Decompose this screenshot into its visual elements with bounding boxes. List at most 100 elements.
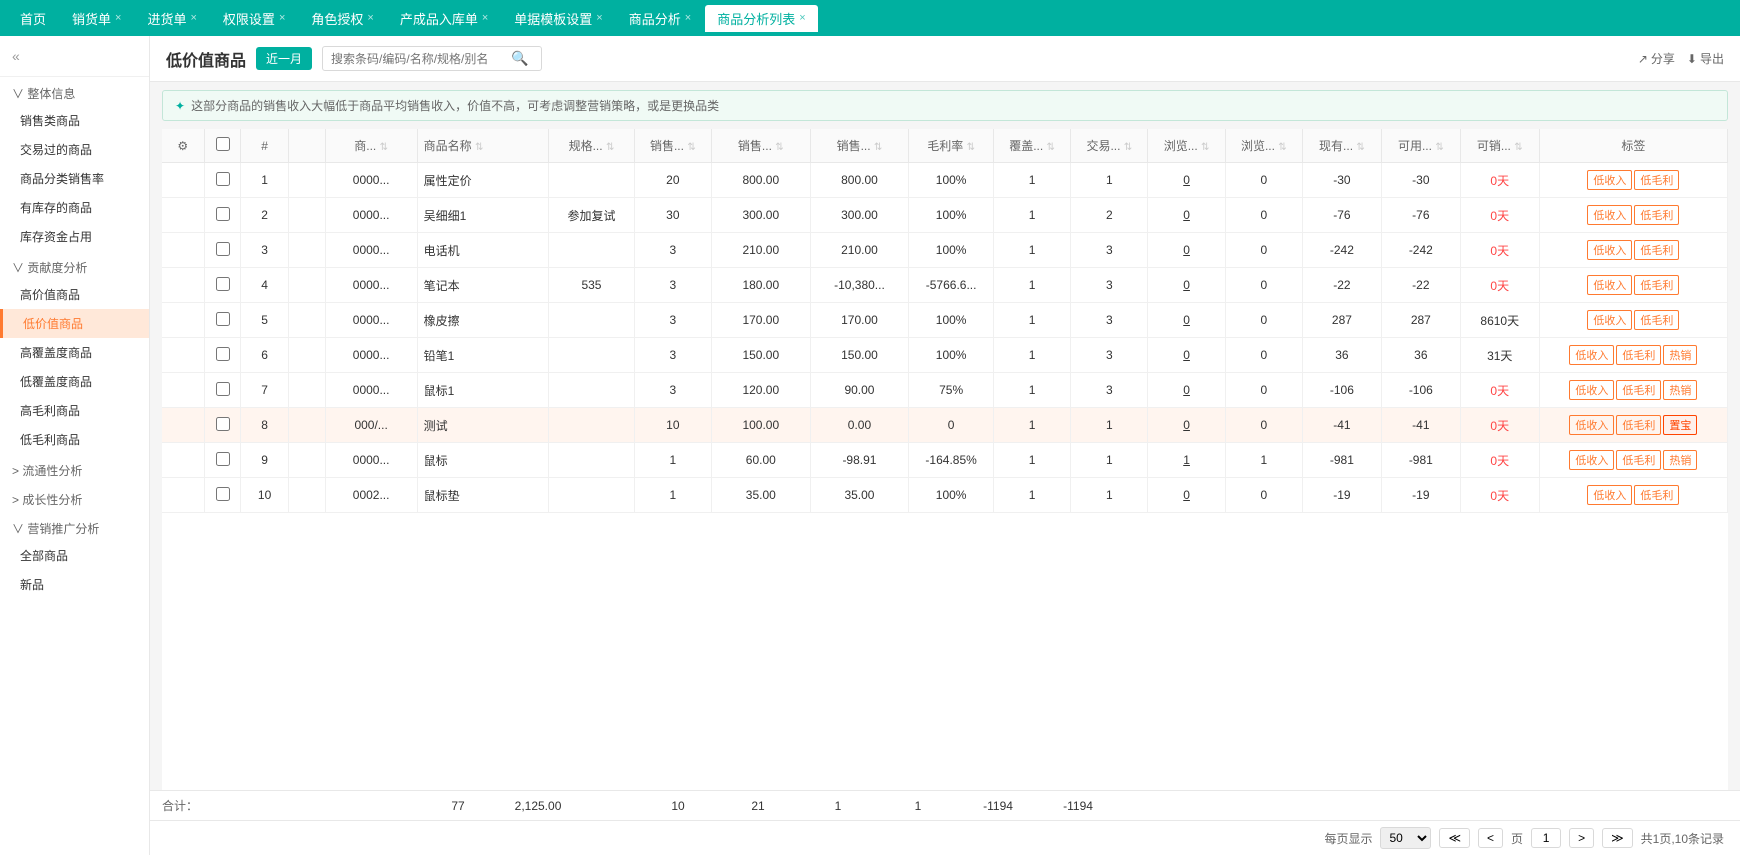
close-icon[interactable]: × bbox=[190, 12, 196, 24]
sidebar-group-contribution[interactable]: ∨ 贡献度分析 bbox=[0, 251, 149, 280]
table-row: 2 0000... 吴细细1 参加复试 30 300.00 300.00 100… bbox=[162, 198, 1728, 233]
sidebar-item-traded-products[interactable]: 交易过的商品 bbox=[0, 135, 149, 164]
gross-rate-col-header[interactable]: 毛利率 ⇅ bbox=[909, 129, 994, 163]
sidebar-item-new-products[interactable]: 新品 bbox=[0, 570, 149, 599]
avail-col-header[interactable]: 可用... ⇅ bbox=[1381, 129, 1460, 163]
export-button[interactable]: ⬇ 导出 bbox=[1687, 50, 1724, 67]
sidebar-group-circulation[interactable]: > 流通性分析 bbox=[0, 454, 149, 483]
sidebar-collapse-btn[interactable]: « bbox=[6, 40, 26, 72]
close-icon[interactable]: × bbox=[482, 12, 488, 24]
days-cell: 31天 bbox=[1460, 338, 1539, 373]
browse2-col-header[interactable]: 浏览... ⇅ bbox=[1225, 129, 1302, 163]
browse1-link[interactable]: 0 bbox=[1183, 418, 1190, 432]
close-icon[interactable]: × bbox=[367, 12, 373, 24]
last-page-button[interactable]: ≫ bbox=[1602, 828, 1633, 848]
row-checkbox[interactable] bbox=[216, 242, 230, 256]
page-size-select[interactable]: 50 100 200 bbox=[1380, 827, 1431, 849]
days-cell: 0天 bbox=[1460, 443, 1539, 478]
trade-cell: 1 bbox=[1071, 408, 1148, 443]
browse1-col-header[interactable]: 浏览... ⇅ bbox=[1148, 129, 1225, 163]
browse1-link[interactable]: 0 bbox=[1183, 348, 1190, 362]
sidebar-item-inventory-products[interactable]: 有库存的商品 bbox=[0, 193, 149, 222]
sidebar-item-sales-products[interactable]: 销售类商品 bbox=[0, 106, 149, 135]
sales-amt-col-header[interactable]: 销售... ⇅ bbox=[711, 129, 810, 163]
sales-qty-col-header[interactable]: 销售... ⇅ bbox=[634, 129, 711, 163]
nav-product-analysis-list[interactable]: 商品分析列表 × bbox=[705, 5, 817, 32]
stock-col-header[interactable]: 现有... ⇅ bbox=[1302, 129, 1381, 163]
sidebar-group-marketing[interactable]: ∨ 营销推广分析 bbox=[0, 512, 149, 541]
browse2-cell: 0 bbox=[1225, 268, 1302, 303]
code-col-header[interactable]: 商... ⇅ bbox=[325, 129, 417, 163]
select-all-checkbox[interactable] bbox=[216, 137, 230, 151]
sidebar-group-growth[interactable]: > 成长性分析 bbox=[0, 483, 149, 512]
sidebar-item-all-products[interactable]: 全部商品 bbox=[0, 541, 149, 570]
nav-template-settings[interactable]: 单据模板设置 × bbox=[502, 5, 614, 32]
browse1-link[interactable]: 0 bbox=[1183, 208, 1190, 222]
num-cell: 8 bbox=[241, 408, 288, 443]
row-checkbox[interactable] bbox=[216, 312, 230, 326]
sidebar-item-high-value[interactable]: 高价值商品 bbox=[0, 280, 149, 309]
sidebar-item-high-profit[interactable]: 高毛利商品 bbox=[0, 396, 149, 425]
browse1-link[interactable]: 0 bbox=[1183, 488, 1190, 502]
browse1-link[interactable]: 0 bbox=[1183, 278, 1190, 292]
nav-role-auth[interactable]: 角色授权 × bbox=[299, 5, 385, 32]
close-icon[interactable]: × bbox=[115, 12, 121, 24]
row-checkbox[interactable] bbox=[216, 452, 230, 466]
close-icon[interactable]: × bbox=[279, 12, 285, 24]
first-page-button[interactable]: ≪ bbox=[1439, 828, 1470, 848]
days-value: 0天 bbox=[1490, 174, 1509, 188]
table-row: 10 0002... 鼠标垫 1 35.00 35.00 100% 1 1 0 … bbox=[162, 478, 1728, 513]
row-checkbox[interactable] bbox=[216, 347, 230, 361]
total-browse2: 1 bbox=[878, 799, 958, 813]
next-page-button[interactable]: > bbox=[1569, 828, 1594, 848]
row-checkbox[interactable] bbox=[216, 172, 230, 186]
nav-home[interactable]: 首页 bbox=[8, 5, 58, 32]
row-checkbox[interactable] bbox=[216, 382, 230, 396]
share-button[interactable]: ↗ 分享 bbox=[1638, 50, 1675, 67]
browse1-link[interactable]: 0 bbox=[1183, 243, 1190, 257]
spec-col-header[interactable]: 规格... ⇅ bbox=[549, 129, 635, 163]
prev-page-button[interactable]: < bbox=[1478, 828, 1503, 848]
sidebar-item-low-profit[interactable]: 低毛利商品 bbox=[0, 425, 149, 454]
settings-col-header[interactable]: ⚙ bbox=[162, 129, 204, 163]
name-col-header[interactable]: 商品名称 ⇅ bbox=[417, 129, 549, 163]
row-checkbox[interactable] bbox=[216, 417, 230, 431]
sales-avg-col-header[interactable]: 销售... ⇅ bbox=[810, 129, 909, 163]
gross-rate-cell: 100% bbox=[909, 478, 994, 513]
spec-cell bbox=[549, 233, 635, 268]
nav-purchase-order[interactable]: 进货单 × bbox=[135, 5, 208, 32]
days-value: 0天 bbox=[1490, 489, 1509, 503]
nav-product-warehouse[interactable]: 产成品入库单 × bbox=[388, 5, 500, 32]
nav-permissions[interactable]: 权限设置 × bbox=[211, 5, 297, 32]
sidebar-item-category-sales-rate[interactable]: 商品分类销售率 bbox=[0, 164, 149, 193]
saleable-col-header[interactable]: 可销... ⇅ bbox=[1460, 129, 1539, 163]
nav-product-analysis[interactable]: 商品分析 × bbox=[617, 5, 703, 32]
settings-cell bbox=[162, 303, 204, 338]
browse1-link[interactable]: 0 bbox=[1183, 173, 1190, 187]
close-icon[interactable]: × bbox=[685, 12, 691, 24]
table-row: 9 0000... 鼠标 1 60.00 -98.91 -164.85% 1 1… bbox=[162, 443, 1728, 478]
sidebar-item-low-value[interactable]: 低价值商品 bbox=[0, 309, 149, 338]
browse1-link[interactable]: 0 bbox=[1183, 313, 1190, 327]
gross-rate-cell: -5766.6... bbox=[909, 268, 994, 303]
sidebar-item-high-coverage[interactable]: 高覆盖度商品 bbox=[0, 338, 149, 367]
sidebar-group-overall[interactable]: ∨ 整体信息 bbox=[0, 77, 149, 106]
close-icon[interactable]: × bbox=[596, 12, 602, 24]
sidebar-item-inventory-capital[interactable]: 库存资金占用 bbox=[0, 222, 149, 251]
nav-sales-order[interactable]: 销货单 × bbox=[60, 5, 133, 32]
row-checkbox[interactable] bbox=[216, 487, 230, 501]
sales-avg-cell: 300.00 bbox=[810, 198, 909, 233]
coverage-col-header[interactable]: 覆盖... ⇅ bbox=[993, 129, 1070, 163]
browse1-link[interactable]: 1 bbox=[1183, 453, 1190, 467]
sidebar-item-low-coverage[interactable]: 低覆盖度商品 bbox=[0, 367, 149, 396]
close-icon[interactable]: × bbox=[799, 12, 805, 24]
time-filter-button[interactable]: 近一月 bbox=[256, 47, 312, 70]
row-checkbox[interactable] bbox=[216, 207, 230, 221]
data-table-container[interactable]: ⚙ # 商... ⇅ 商品名称 ⇅ 规格... ⇅ 销售... ⇅ 销售... … bbox=[162, 129, 1728, 790]
trade-col-header[interactable]: 交易... ⇅ bbox=[1071, 129, 1148, 163]
search-input[interactable] bbox=[331, 52, 511, 66]
row-checkbox[interactable] bbox=[216, 277, 230, 291]
current-page-input[interactable] bbox=[1531, 828, 1561, 848]
browse1-link[interactable]: 0 bbox=[1183, 383, 1190, 397]
search-icon[interactable]: 🔍 bbox=[511, 50, 528, 67]
